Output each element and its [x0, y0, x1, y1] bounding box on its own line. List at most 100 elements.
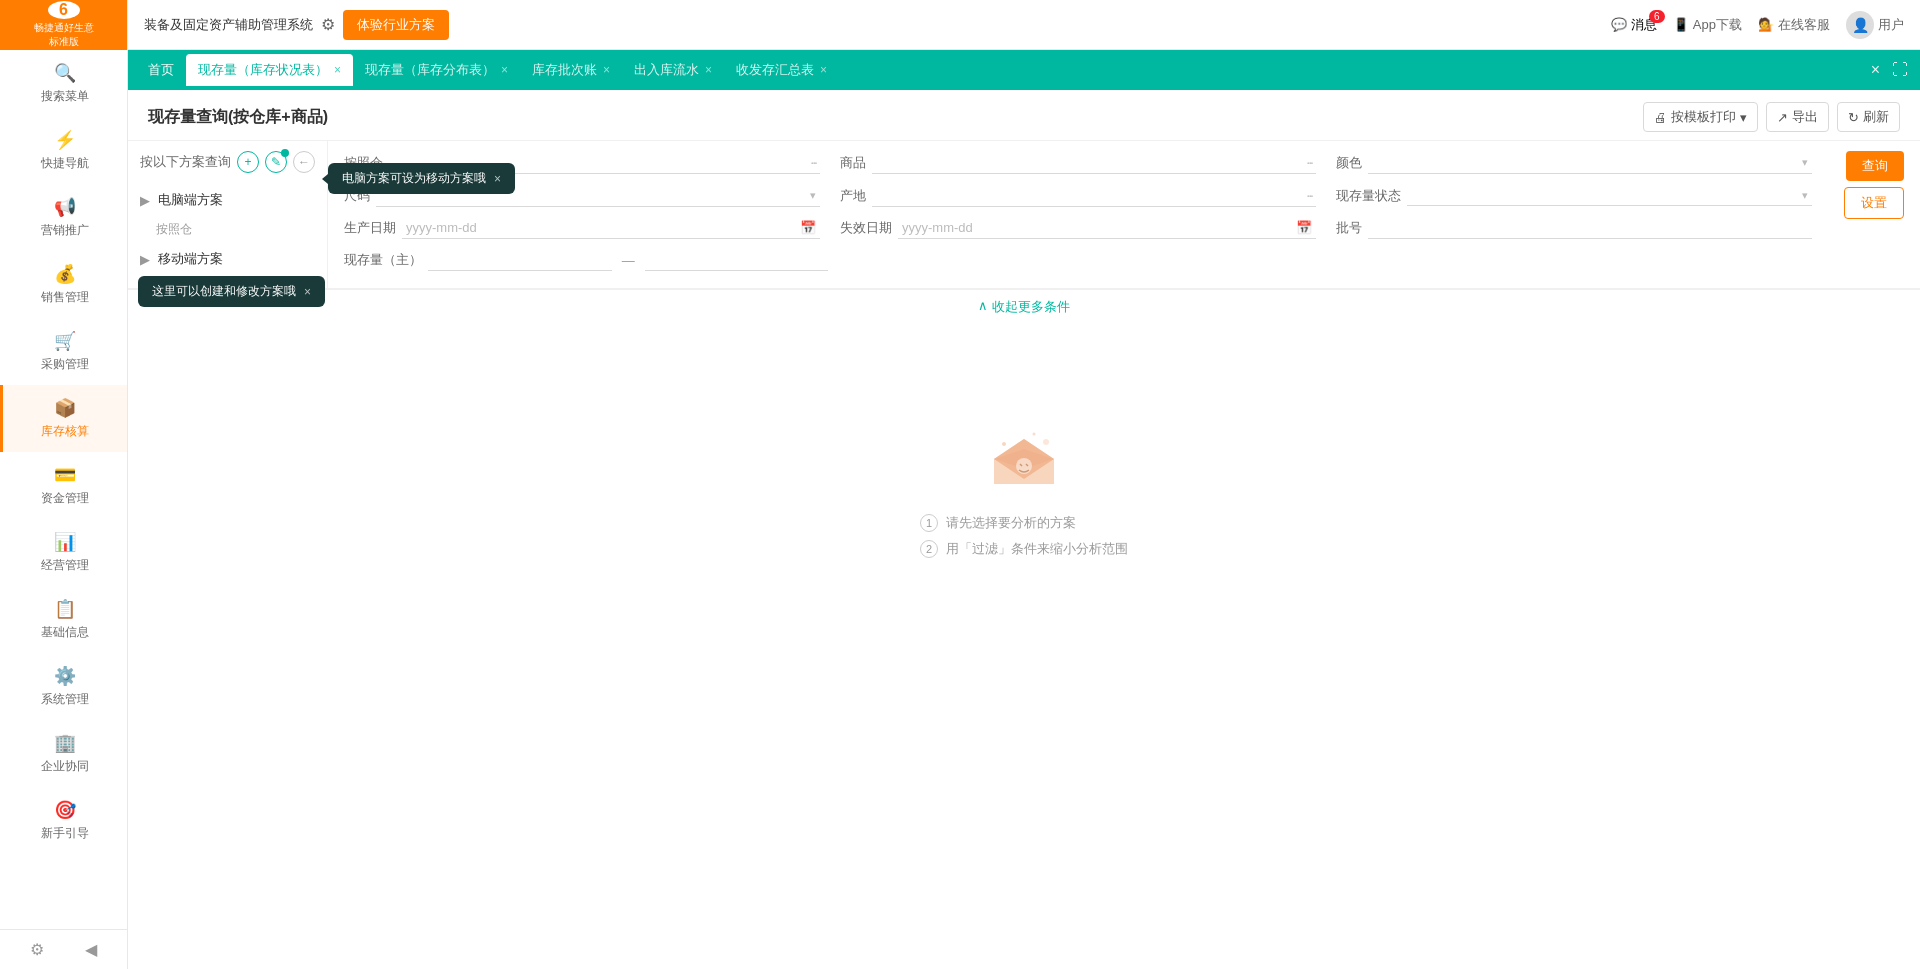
- color-input-wrap[interactable]: ▾: [1368, 152, 1812, 174]
- app-download-btn[interactable]: 📱 App下载: [1673, 16, 1742, 34]
- prod-date-field: 生产日期 📅: [344, 217, 820, 239]
- sub-item-label: 按照仓: [156, 221, 192, 238]
- sidebar-item-label: 销售管理: [41, 289, 89, 306]
- tab-home[interactable]: 首页: [136, 54, 186, 86]
- inventory-label: 现存量（主）: [344, 251, 422, 269]
- sidebar-item-label: 基础信息: [41, 624, 89, 641]
- system-settings-btn[interactable]: ⚙: [321, 15, 335, 34]
- scheme-panel: 按以下方案查询 + ✎ ← 电脑方案可设为移动方案哦: [128, 141, 328, 288]
- sidebar-item-operation[interactable]: 📊 经营管理: [0, 519, 127, 586]
- tab-receipt-summary[interactable]: 收发存汇总表 ×: [724, 54, 839, 86]
- goods-input-wrap[interactable]: ···: [872, 151, 1316, 174]
- sidebar-item-guide[interactable]: 🎯 新手引导: [0, 787, 127, 854]
- sales-icon: 💰: [54, 263, 76, 285]
- prod-date-label: 生产日期: [344, 219, 396, 237]
- refresh-btn[interactable]: ↻ 刷新: [1837, 102, 1900, 132]
- sidebar-item-purchase[interactable]: 🛒 采购管理: [0, 318, 127, 385]
- tab-fullscreen-btn[interactable]: ⛶: [1888, 57, 1912, 83]
- prod-date-input-wrap: 📅: [402, 217, 820, 239]
- tab-close-inventory-status[interactable]: ×: [334, 63, 341, 77]
- tab-inventory-dist[interactable]: 现存量（库存分布表） ×: [353, 54, 520, 86]
- tab-close-inventory-dist[interactable]: ×: [501, 63, 508, 77]
- expiry-date-input[interactable]: [902, 220, 1296, 235]
- sidebar-item-enterprise[interactable]: 🏢 企业协同: [0, 720, 127, 787]
- sidebar-item-label: 快捷导航: [41, 155, 89, 172]
- sidebar-item-basic-info[interactable]: 📋 基础信息: [0, 586, 127, 653]
- stock-status-select[interactable]: ▾: [1407, 186, 1812, 206]
- scheme-item-mobile[interactable]: ▶ 移动端方案: [128, 244, 327, 274]
- app-download-label: App下载: [1693, 16, 1742, 34]
- print-btn[interactable]: 🖨 按模板打印 ▾: [1643, 102, 1758, 132]
- app-logo: 6 畅捷通好生意 标准版: [0, 0, 127, 50]
- mobile-tooltip-close[interactable]: ×: [494, 172, 501, 186]
- page-actions: 🖨 按模板打印 ▾ ↗ 导出 ↻ 刷新: [1643, 102, 1900, 132]
- sidebar-item-marketing[interactable]: 📢 营销推广: [0, 184, 127, 251]
- service-icon: 💁: [1758, 17, 1774, 32]
- back-scheme-btn[interactable]: ←: [293, 151, 315, 173]
- inventory-from-input[interactable]: [432, 252, 608, 267]
- sidebar-bottom: ⚙ ◀: [0, 929, 127, 969]
- prod-date-input[interactable]: [406, 220, 800, 235]
- top-header: 装备及固定资产辅助管理系统 ⚙ 体验行业方案 💬 消息 6 📱 App下载 💁 …: [128, 0, 1920, 50]
- online-service-btn[interactable]: 💁 在线客服: [1758, 16, 1830, 34]
- sidebar-item-system[interactable]: ⚙️ 系统管理: [0, 653, 127, 720]
- page-title: 现存量查询(按仓库+商品): [148, 107, 328, 128]
- inventory-to-wrap[interactable]: [645, 249, 829, 271]
- scheme-sub-item[interactable]: 按照仓: [152, 215, 327, 244]
- tab-close-receipt[interactable]: ×: [820, 63, 827, 77]
- sidebar-item-inventory[interactable]: 📦 库存核算: [0, 385, 127, 452]
- collapse-sidebar-btn[interactable]: ◀: [85, 940, 97, 959]
- system-icon: ⚙️: [54, 665, 76, 687]
- scheme-item-pc[interactable]: ▶ 电脑端方案: [128, 185, 327, 215]
- user-label: 用户: [1878, 16, 1904, 34]
- inventory-to-input[interactable]: [649, 252, 825, 267]
- query-button[interactable]: 查询: [1846, 151, 1904, 181]
- collapse-bar[interactable]: ∧ 收起更多条件: [128, 289, 1920, 324]
- tab-inout-flow[interactable]: 出入库流水 ×: [622, 54, 724, 86]
- svg-point-6: [1002, 442, 1006, 446]
- origin-input[interactable]: [876, 188, 1306, 203]
- tooltip-arrow: [322, 174, 328, 184]
- settings-btn[interactable]: ⚙: [30, 940, 44, 959]
- main-area: 装备及固定资产辅助管理系统 ⚙ 体验行业方案 💬 消息 6 📱 App下载 💁 …: [128, 0, 1920, 969]
- phone-icon: 📱: [1673, 17, 1689, 32]
- marketing-icon: 📢: [54, 196, 76, 218]
- sidebar-item-sales[interactable]: 💰 销售管理: [0, 251, 127, 318]
- tab-close-inout[interactable]: ×: [705, 63, 712, 77]
- print-label: 按模板打印: [1671, 108, 1736, 126]
- color-input[interactable]: [1372, 155, 1802, 170]
- expiry-date-field: 失效日期 📅: [840, 217, 1316, 239]
- sidebar-item-finance[interactable]: 💳 资金管理: [0, 452, 127, 519]
- origin-input-wrap[interactable]: ···: [872, 184, 1316, 207]
- tab-batch-account[interactable]: 库存批次账 ×: [520, 54, 622, 86]
- export-btn[interactable]: ↗ 导出: [1766, 102, 1829, 132]
- sidebar-item-label: 新手引导: [41, 825, 89, 842]
- set-button[interactable]: 设置: [1844, 187, 1904, 219]
- sidebar-item-label: 搜索菜单: [41, 88, 89, 105]
- inventory-from-wrap[interactable]: [428, 249, 612, 271]
- trial-button[interactable]: 体验行业方案: [343, 10, 449, 40]
- filter-header: 按以下方案查询 + ✎ ←: [128, 151, 327, 181]
- sidebar-item-search[interactable]: 🔍 搜索菜单: [0, 50, 127, 117]
- expiry-date-cal-icon[interactable]: 📅: [1296, 220, 1312, 235]
- add-scheme-btn[interactable]: +: [237, 151, 259, 173]
- refresh-label: 刷新: [1863, 108, 1889, 126]
- user-area[interactable]: 👤 用户: [1846, 11, 1904, 39]
- filter-row-2: 尺码 ▾ 产地 ···: [344, 184, 1812, 207]
- collapse-label: 收起更多条件: [992, 298, 1070, 316]
- create-tooltip-close[interactable]: ×: [304, 285, 311, 299]
- color-arrow: ▾: [1802, 156, 1808, 169]
- tab-close-batch[interactable]: ×: [603, 63, 610, 77]
- tab-home-label: 首页: [148, 61, 174, 79]
- batch-input[interactable]: [1372, 220, 1808, 235]
- prod-date-cal-icon[interactable]: 📅: [800, 220, 816, 235]
- edit-dot-indicator: [281, 149, 289, 157]
- tab-close-all-btn[interactable]: ×: [1867, 57, 1884, 83]
- hint-item-2: 2 用「过滤」条件来缩小分析范围: [920, 536, 1128, 562]
- sidebar-item-quick-nav[interactable]: ⚡ 快捷导航: [0, 117, 127, 184]
- goods-input[interactable]: [876, 155, 1306, 170]
- notification-area[interactable]: 💬 消息 6: [1611, 16, 1657, 34]
- batch-input-wrap[interactable]: [1368, 217, 1812, 239]
- tab-inventory-status[interactable]: 现存量（库存状况表） ×: [186, 54, 353, 86]
- svg-point-8: [1033, 433, 1036, 436]
